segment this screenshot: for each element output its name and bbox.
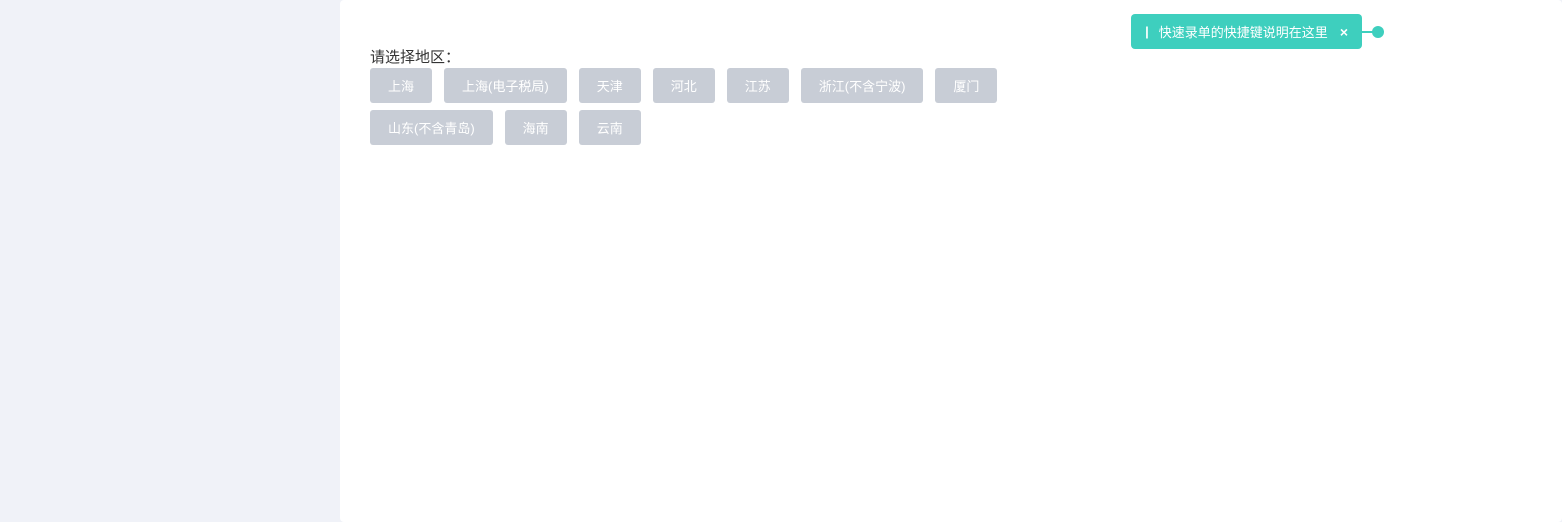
region-buttons-row1: 上海上海(电子税局) 天津河北江苏浙江(不含宁波) 厦门 [370, 68, 997, 103]
page-label: 请选择地区： [370, 46, 460, 67]
region-button-tianjin[interactable]: 天津 [579, 68, 641, 103]
region-button-hainan[interactable]: 海南 [505, 110, 567, 145]
region-button-xiamen[interactable]: 厦门 [935, 68, 997, 103]
region-button-shandong[interactable]: 山东(不含青岛) [370, 110, 493, 145]
region-buttons-row2: 山东(不含青岛) 海南云南 [370, 110, 641, 145]
tooltip-banner: 快速录单的快捷键说明在这里 × [1131, 14, 1362, 49]
region-button-yunnan[interactable]: 云南 [579, 110, 641, 145]
tooltip-dot [1372, 26, 1384, 38]
region-button-hebei[interactable]: 河北 [653, 68, 715, 103]
tooltip-line [1354, 31, 1374, 33]
region-button-shanghai[interactable]: 上海 [370, 68, 432, 103]
tooltip-close-button[interactable]: × [1340, 24, 1348, 40]
left-sidebar [0, 0, 340, 522]
region-button-zhejiang[interactable]: 浙江(不含宁波) [801, 68, 924, 103]
region-button-shanghai-etax[interactable]: 上海(电子税局) [444, 68, 567, 103]
region-button-jiangsu[interactable]: 江苏 [727, 68, 789, 103]
main-content: 请选择地区： 上海上海(电子税局) 天津河北江苏浙江(不含宁波) 厦门 山东(不含青… [340, 0, 1562, 522]
tooltip-text: 快速录单的快捷键说明在这里 [1159, 22, 1328, 41]
